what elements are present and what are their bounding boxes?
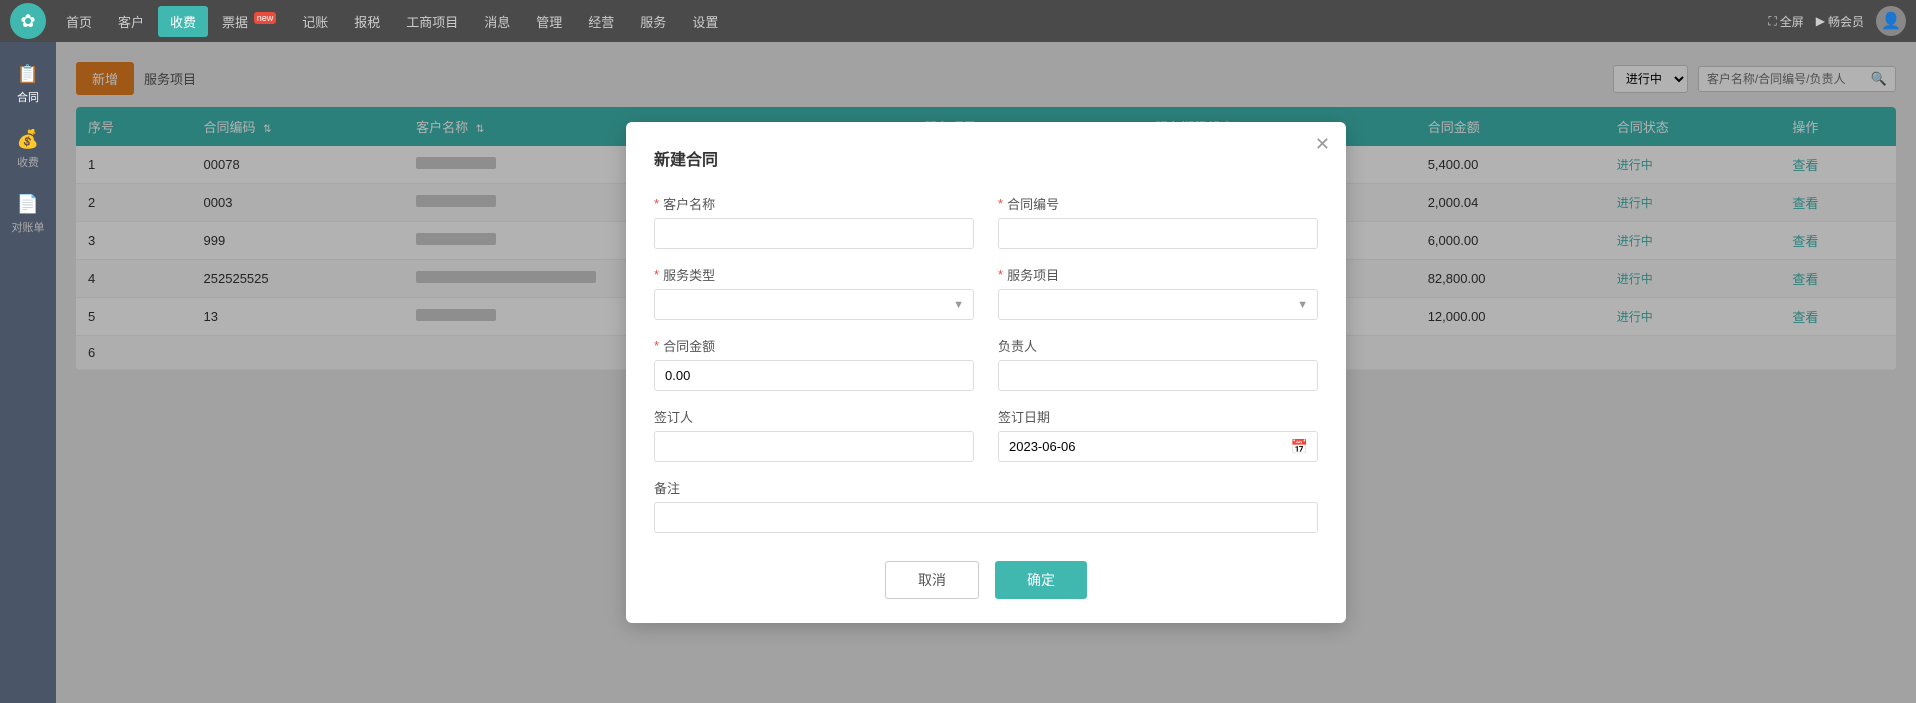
nav-item-home[interactable]: 首页: [54, 6, 104, 37]
modal-footer: 取消 确定: [654, 561, 1318, 599]
input-sign-date[interactable]: [998, 431, 1318, 462]
field-service-item: * 服务项目 ▼: [998, 265, 1318, 320]
new-contract-modal: 新建合同 ✕ * 客户名称 * 合同编号: [626, 122, 1346, 623]
label-service-item: * 服务项目: [998, 265, 1318, 284]
fullscreen-icon: ⛶: [1768, 14, 1776, 29]
input-contract-number[interactable]: [998, 218, 1318, 249]
modal-title: 新建合同: [654, 146, 1318, 170]
cancel-button[interactable]: 取消: [885, 561, 979, 599]
modal-overlay[interactable]: 新建合同 ✕ * 客户名称 * 合同编号: [56, 42, 1916, 703]
field-contract-number: * 合同编号: [998, 194, 1318, 249]
nav-menu: 首页 客户 收费 票据 new 记账 报税 工商项目 消息 管理 经营 服务 设…: [54, 6, 1768, 37]
confirm-button[interactable]: 确定: [995, 561, 1087, 599]
play-icon: ▶: [1816, 14, 1825, 28]
vip-button[interactable]: ▶ 畅会员: [1816, 13, 1864, 30]
new-badge: new: [254, 12, 277, 24]
main-layout: 📋 合同 💰 收费 📄 对账单 新增 服务项目 进行中 全部 已结束 🔍: [0, 42, 1916, 703]
nav-item-bookkeeping[interactable]: 记账: [290, 6, 340, 37]
input-remarks[interactable]: [654, 502, 1318, 533]
input-contract-amount[interactable]: [654, 360, 974, 391]
nav-item-tax[interactable]: 报税: [342, 6, 392, 37]
field-signer: 签订人: [654, 407, 974, 462]
label-service-type: * 服务类型: [654, 265, 974, 284]
nav-item-service[interactable]: 服务: [628, 6, 678, 37]
field-service-type: * 服务类型 ▼: [654, 265, 974, 320]
select-service-item-wrapper: ▼: [998, 289, 1318, 320]
form-grid: * 客户名称 * 合同编号: [654, 194, 1318, 533]
select-service-type[interactable]: [654, 289, 974, 320]
nav-item-message[interactable]: 消息: [472, 6, 522, 37]
nav-item-settings[interactable]: 设置: [680, 6, 730, 37]
input-customer-name[interactable]: [654, 218, 974, 249]
user-avatar[interactable]: 👤: [1876, 6, 1906, 36]
contract-icon: 📋: [17, 64, 39, 85]
billing-icon: 💰: [17, 129, 39, 150]
sidebar-item-statement[interactable]: 📄 对账单: [0, 182, 56, 247]
sidebar-label-contract: 合同: [17, 89, 39, 105]
date-wrapper-sign-date: 📅: [998, 431, 1318, 462]
field-remarks: 备注: [654, 478, 1318, 533]
content-area: 新增 服务项目 进行中 全部 已结束 🔍 序号 合同编码 ⇅ 客户名称 ⇅ 服务…: [56, 42, 1916, 703]
top-navigation: ✿ 首页 客户 收费 票据 new 记账 报税 工商项目 消息 管理 经营 服务…: [0, 0, 1916, 42]
sidebar-item-contract[interactable]: 📋 合同: [0, 52, 56, 117]
label-signer: 签订人: [654, 407, 974, 426]
label-customer-name: * 客户名称: [654, 194, 974, 213]
field-contract-amount: * 合同金额: [654, 336, 974, 391]
label-sign-date: 签订日期: [998, 407, 1318, 426]
select-service-type-wrapper: ▼: [654, 289, 974, 320]
field-sign-date: 签订日期 📅: [998, 407, 1318, 462]
nav-item-billing[interactable]: 收费: [158, 6, 208, 37]
nav-item-manage[interactable]: 管理: [524, 6, 574, 37]
nav-item-client[interactable]: 客户: [106, 6, 156, 37]
label-contract-number: * 合同编号: [998, 194, 1318, 213]
modal-close-button[interactable]: ✕: [1315, 134, 1330, 155]
statement-icon: 📄: [17, 194, 39, 215]
label-contract-amount: * 合同金额: [654, 336, 974, 355]
label-remarks: 备注: [654, 478, 1318, 497]
label-person: 负责人: [998, 336, 1318, 355]
sidebar-label-statement: 对账单: [12, 219, 45, 235]
fullscreen-button[interactable]: ⛶ 全屏: [1768, 13, 1803, 30]
input-person[interactable]: [998, 360, 1318, 391]
nav-right-area: ⛶ 全屏 ▶ 畅会员 👤: [1768, 6, 1906, 36]
field-customer-name: * 客户名称: [654, 194, 974, 249]
sidebar: 📋 合同 💰 收费 📄 对账单: [0, 42, 56, 703]
nav-item-business[interactable]: 工商项目: [394, 6, 470, 37]
sidebar-label-billing: 收费: [17, 154, 39, 170]
input-signer[interactable]: [654, 431, 974, 462]
app-logo[interactable]: ✿: [10, 3, 46, 39]
nav-item-invoice[interactable]: 票据 new: [210, 6, 288, 37]
nav-item-operations[interactable]: 经营: [576, 6, 626, 37]
select-service-item[interactable]: [998, 289, 1318, 320]
sidebar-item-billing[interactable]: 💰 收费: [0, 117, 56, 182]
field-person: 负责人: [998, 336, 1318, 391]
